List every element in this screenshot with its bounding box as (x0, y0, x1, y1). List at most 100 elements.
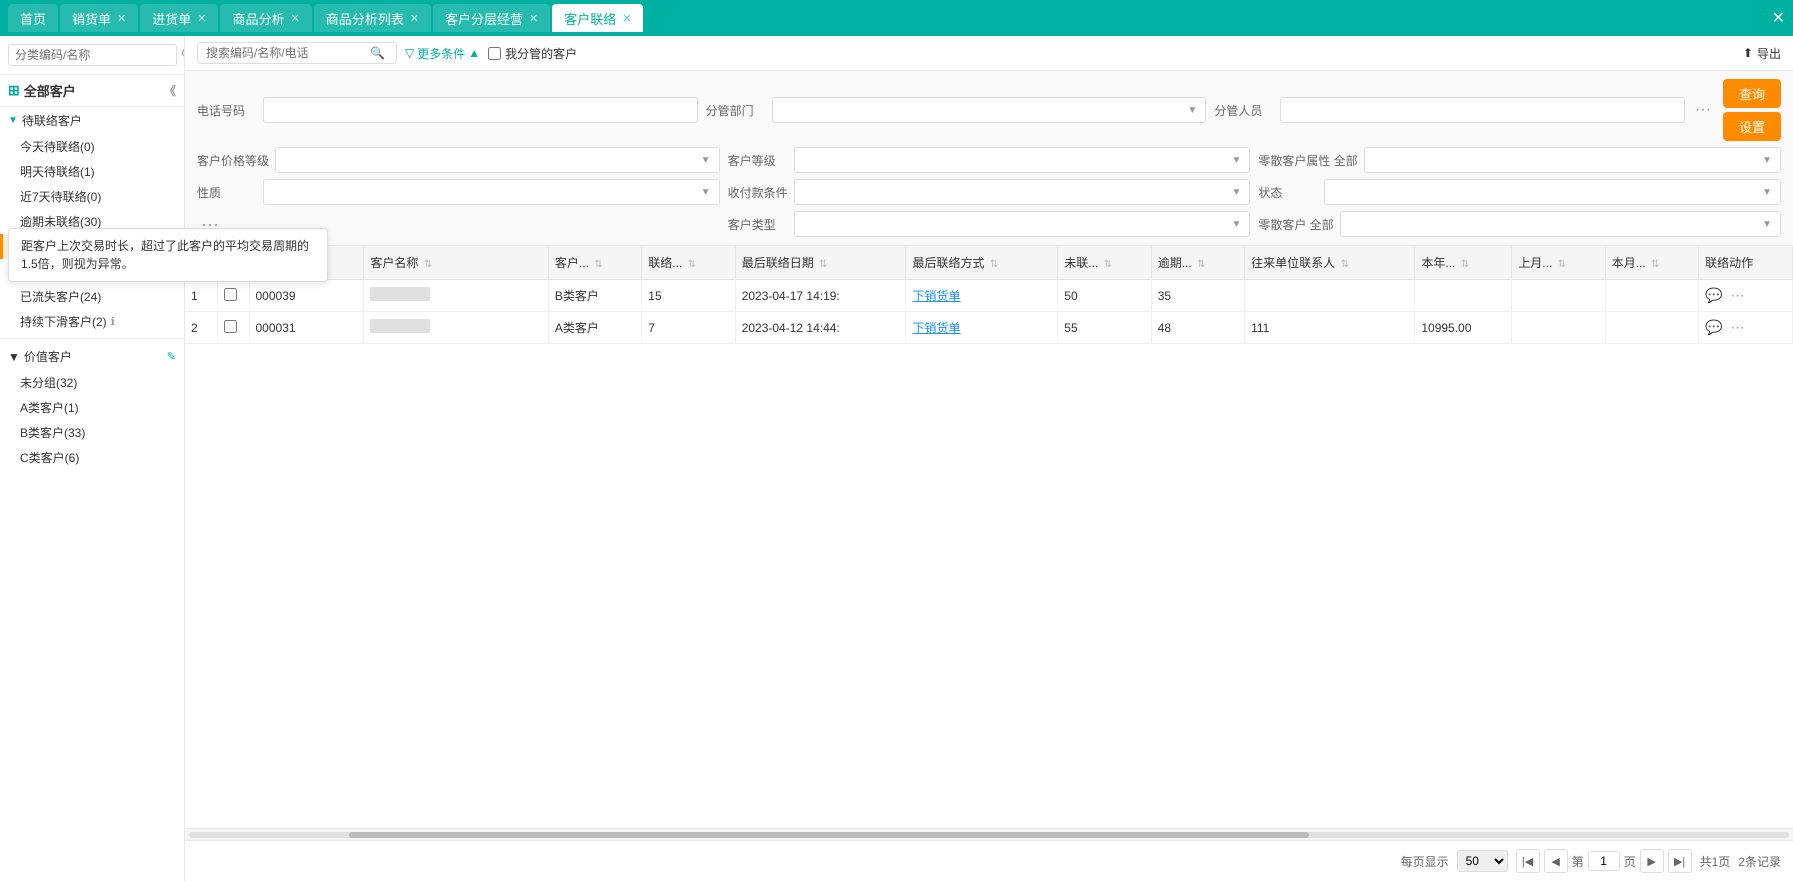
row-last-month (1512, 312, 1605, 344)
close-icon[interactable]: ✕ (529, 12, 538, 25)
grid-icon: ⊞ (8, 82, 20, 99)
sidebar-item-b-class[interactable]: B类客户(33) (0, 420, 184, 445)
payment-select[interactable]: ▼ (794, 179, 1251, 205)
row-contact-count: 7 (642, 312, 735, 344)
filter-row-2: 客户价格等级 ▼ 客户等级 ▼ 零散客户属性 全部 (197, 147, 1781, 173)
row-code: 000039 (249, 280, 364, 312)
col-this-year[interactable]: 本年... ⇅ (1415, 246, 1512, 280)
last-page-button[interactable]: ▶| (1668, 849, 1692, 873)
page-number-input[interactable] (1588, 851, 1620, 871)
prev-page-button[interactable]: ◀ (1544, 849, 1568, 873)
row-last-contact-date: 2023-04-12 14:44: (735, 312, 906, 344)
status-select[interactable]: ▼ (1324, 179, 1781, 205)
search-input[interactable] (206, 46, 366, 60)
customer-type-select[interactable]: ▼ (794, 211, 1251, 237)
sidebar-item-ungrouped[interactable]: 未分组(32) (0, 370, 184, 395)
row-checkbox[interactable] (224, 320, 237, 333)
col-not-contacted[interactable]: 未联... ⇅ (1058, 246, 1151, 280)
close-icon[interactable]: ✕ (410, 12, 419, 25)
sort-icon-2: ⇅ (424, 259, 432, 270)
close-icon[interactable]: ✕ (117, 12, 126, 25)
status-label: 状态 (1258, 184, 1318, 201)
export-button[interactable]: ⬆ 导出 (1743, 45, 1781, 62)
price-level-select[interactable]: ▼ (275, 147, 720, 173)
nature-select[interactable]: ▼ (263, 179, 720, 205)
chevron-down-icon-3: ▼ (1187, 105, 1197, 116)
contact-icon[interactable]: 💬 (1705, 287, 1722, 304)
col-last-contact-date[interactable]: 最后联络日期 ⇅ (735, 246, 906, 280)
more-conditions-button[interactable]: ▽ 更多条件 ▲ (405, 45, 480, 62)
close-icon[interactable]: ✕ (622, 12, 631, 25)
sidebar-value-label: 价值客户 (24, 348, 72, 365)
nav-tab-purchase[interactable]: 进货单 ✕ (140, 4, 218, 32)
close-icon[interactable]: ✕ (291, 12, 300, 25)
content-area: 🔍 ▽ 更多条件 ▲ 我分管的客户 ⬆ 导出 电话号码 (185, 36, 1793, 881)
sidebar-item-declining[interactable]: 持续下滑客户(2) ℹ (0, 309, 184, 334)
sidebar-value-customers-section[interactable]: ▼ 价值客户 ✎ (0, 343, 184, 370)
chevron-down-icon-4: ▼ (701, 155, 711, 166)
table-header-row: ⚙ 客户编码 ⇅ 客户名称 ⇅ (185, 246, 1793, 280)
col-contact-count[interactable]: 联络... ⇅ (642, 246, 735, 280)
edit-icon[interactable]: ✎ (167, 350, 176, 363)
row-last-month (1512, 280, 1605, 312)
nav-tab-sales[interactable]: 销货单 ✕ (60, 4, 138, 32)
phone-input[interactable] (263, 97, 698, 123)
scrollbar-thumb[interactable] (349, 832, 1309, 838)
sidebar-collapse-button[interactable]: 《 (164, 82, 176, 99)
dept-select[interactable]: ▼ (772, 97, 1207, 123)
query-button[interactable]: 查询 (1723, 79, 1781, 108)
sidebar-all-customers-label: 全部客户 (24, 81, 76, 100)
per-page-select[interactable]: 50 100 200 (1457, 850, 1508, 872)
sidebar-item-tomorrow[interactable]: 明天待联络(1) (0, 159, 184, 184)
filter-retail-customer: 零散客户 全部 ▼ (1258, 211, 1781, 237)
next-page-button[interactable]: ▶ (1640, 849, 1664, 873)
nav-tab-customer-tier[interactable]: 客户分层经营 ✕ (433, 4, 550, 32)
nav-tab-product-analysis[interactable]: 商品分析 ✕ (220, 4, 311, 32)
row-last-contact-method[interactable]: 下销货单 (906, 312, 1058, 344)
col-last-contact-method[interactable]: 最后联络方式 ⇅ (906, 246, 1058, 280)
row-actions: 💬 ⋯ (1699, 280, 1793, 312)
sidebar-item-a-class[interactable]: A类客户(1) (0, 395, 184, 420)
close-icon[interactable]: ✕ (197, 12, 206, 25)
nav-tab-customer-contact[interactable]: 客户联络 ✕ (552, 4, 643, 32)
sidebar-item-today[interactable]: 今天待联络(0) (0, 134, 184, 159)
advanced-filters: 电话号码 分管部门 ▼ 分管人员 ··· 查询 设置 (185, 71, 1793, 246)
retail-attr-select[interactable]: ▼ (1364, 147, 1781, 173)
col-last-month[interactable]: 上月... ⇅ (1512, 246, 1605, 280)
row-this-year: 10995.00 (1415, 312, 1512, 344)
col-customer-level[interactable]: 客户... ⇅ (548, 246, 641, 280)
close-all-tabs-button[interactable]: ✕ (1772, 8, 1785, 28)
chevron-down-icon-6: ▼ (1762, 155, 1772, 166)
person-more-icon[interactable]: ··· (1691, 101, 1715, 119)
action-buttons: 查询 设置 (1723, 79, 1781, 141)
row-last-contact-method[interactable]: 下销货单 (906, 280, 1058, 312)
col-overdue[interactable]: 逾期... ⇅ (1151, 246, 1244, 280)
sidebar-search-input[interactable] (8, 44, 177, 66)
horizontal-scrollbar[interactable] (185, 828, 1793, 840)
more-action-icon-2[interactable]: ⋯ (1731, 319, 1745, 336)
settings-button[interactable]: 设置 (1723, 112, 1781, 141)
sidebar-item-c-class[interactable]: C类客户(6) (0, 445, 184, 470)
person-input[interactable] (1280, 97, 1685, 123)
nav-tab-home[interactable]: 首页 (8, 4, 58, 32)
tooltip-popup: 距客户上次交易时长，超过了此客户的平均交易周期的1.5倍，则视为异常。 (8, 228, 328, 282)
sidebar-item-churned[interactable]: 已流失客户(24) (0, 284, 184, 309)
retail-customer-select[interactable]: ▼ (1340, 211, 1781, 237)
nav-tab-product-list[interactable]: 商品分析列表 ✕ (314, 4, 431, 32)
col-name[interactable]: 客户名称 ⇅ (364, 246, 548, 280)
my-customers-check[interactable] (488, 47, 501, 60)
per-page-label: 每页显示 (1401, 853, 1449, 870)
blurred-name (370, 287, 430, 301)
col-this-month[interactable]: 本月... ⇅ (1605, 246, 1698, 280)
contact-icon-2[interactable]: 💬 (1705, 319, 1722, 336)
sidebar-pending-contact-section[interactable]: ▼ 待联络客户 (0, 107, 184, 134)
customer-level-select[interactable]: ▼ (794, 147, 1251, 173)
first-page-button[interactable]: |◀ (1516, 849, 1540, 873)
row-checkbox[interactable] (224, 288, 237, 301)
row-checkbox-cell (217, 312, 249, 344)
sort-icon-11: ⇅ (1558, 259, 1566, 270)
col-contact-person[interactable]: 往来单位联系人 ⇅ (1245, 246, 1415, 280)
sidebar-item-7days[interactable]: 近7天待联络(0) (0, 184, 184, 209)
more-action-icon[interactable]: ⋯ (1731, 287, 1745, 304)
search-icon[interactable]: 🔍 (370, 46, 385, 60)
